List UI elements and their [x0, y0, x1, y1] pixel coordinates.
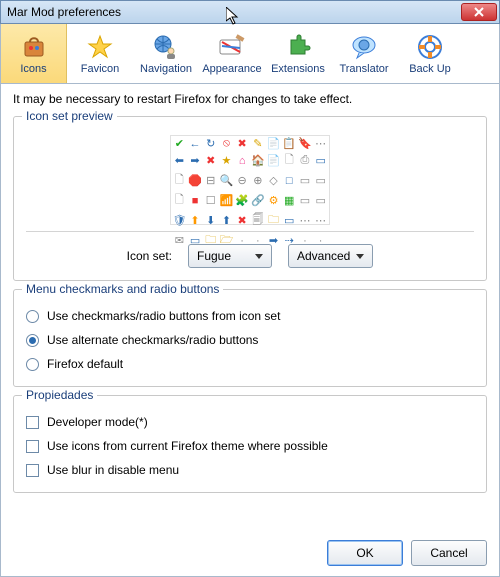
check-label: Use blur in disable menu	[47, 463, 179, 477]
tab-appearance[interactable]: Appearance	[199, 24, 265, 83]
tab-label: Favicon	[81, 63, 120, 75]
radio-from-iconset[interactable]: Use checkmarks/radio buttons from icon s…	[26, 304, 474, 328]
close-icon	[474, 7, 484, 17]
ok-button[interactable]: OK	[327, 540, 403, 566]
radio-alternate[interactable]: Use alternate checkmarks/radio buttons	[26, 328, 474, 352]
tab-label: Extensions	[271, 63, 325, 75]
puzzle-icon	[284, 33, 312, 61]
check-label: Developer mode(*)	[47, 415, 148, 429]
radio-label: Use checkmarks/radio buttons from icon s…	[47, 309, 280, 323]
radio-label: Use alternate checkmarks/radio buttons	[47, 333, 258, 347]
star-icon	[86, 33, 114, 61]
chevron-down-icon	[356, 254, 364, 259]
props-legend: Propiedades	[22, 388, 97, 402]
restart-note: It may be necessary to restart Firefox f…	[13, 92, 487, 106]
ok-label: OK	[356, 546, 373, 560]
content: It may be necessary to restart Firefox f…	[0, 84, 500, 577]
advanced-label: Advanced	[297, 249, 350, 263]
tab-translator[interactable]: Translator	[331, 24, 397, 83]
iconset-label: Icon set:	[127, 249, 172, 263]
check-theme-icons[interactable]: Use icons from current Firefox theme whe…	[26, 434, 474, 458]
cancel-button[interactable]: Cancel	[411, 540, 487, 566]
tab-label: Navigation	[140, 63, 192, 75]
tab-extensions[interactable]: Extensions	[265, 24, 331, 83]
tab-navigation[interactable]: Navigation	[133, 24, 199, 83]
tab-label: Icons	[20, 63, 46, 75]
menu-checkmarks-group: Menu checkmarks and radio buttons Use ch…	[13, 289, 487, 387]
icon-preview-grid: ✔←↻⦸✖✎📄📋🔖⋯ ⬅➡✖★⌂🏠📄🗋⎙▭ 🗋🛑⊟🔍⊖⊕◇□▭▭ 🗋■☐📶🧩🔗⚙…	[170, 135, 330, 225]
globe-person-icon	[152, 33, 180, 61]
tab-label: Translator	[339, 63, 388, 75]
tab-favicon[interactable]: Favicon	[67, 24, 133, 83]
bag-icon	[20, 33, 48, 61]
properties-group: Propiedades Developer mode(*) Use icons …	[13, 395, 487, 493]
checkbox-icon	[26, 440, 39, 453]
check-blur-disable[interactable]: Use blur in disable menu	[26, 458, 474, 482]
radio-firefox-default[interactable]: Firefox default	[26, 352, 474, 376]
advanced-button[interactable]: Advanced	[288, 244, 373, 268]
radio-icon	[26, 334, 39, 347]
radio-icon	[26, 310, 39, 323]
chevron-down-icon	[255, 254, 263, 259]
check-developer-mode[interactable]: Developer mode(*)	[26, 410, 474, 434]
palette-icon	[218, 33, 246, 61]
tab-icons[interactable]: Icons	[1, 24, 67, 83]
menu-legend: Menu checkmarks and radio buttons	[22, 282, 223, 296]
iconset-selected: Fugue	[197, 249, 231, 263]
tab-backup[interactable]: Back Up	[397, 24, 463, 83]
radio-label: Firefox default	[47, 357, 123, 371]
icon-preview-group: Icon set preview ✔←↻⦸✖✎📄📋🔖⋯ ⬅➡✖★⌂🏠📄🗋⎙▭ 🗋…	[13, 116, 487, 281]
cancel-label: Cancel	[430, 546, 467, 560]
close-button[interactable]	[461, 3, 497, 21]
speech-globe-icon	[350, 33, 378, 61]
tabbar: Icons Favicon Navigation Appearance Exte…	[0, 24, 500, 84]
iconset-combo[interactable]: Fugue	[188, 244, 272, 268]
radio-icon	[26, 358, 39, 371]
window-title: Mar Mod preferences	[7, 5, 461, 19]
checkbox-icon	[26, 416, 39, 429]
check-label: Use icons from current Firefox theme whe…	[47, 439, 328, 453]
lifesaver-icon	[416, 33, 444, 61]
tab-label: Appearance	[202, 63, 261, 75]
footer: OK Cancel	[13, 534, 487, 566]
titlebar: Mar Mod preferences	[0, 0, 500, 24]
checkbox-icon	[26, 464, 39, 477]
tab-label: Back Up	[409, 63, 451, 75]
preview-legend: Icon set preview	[22, 109, 117, 123]
